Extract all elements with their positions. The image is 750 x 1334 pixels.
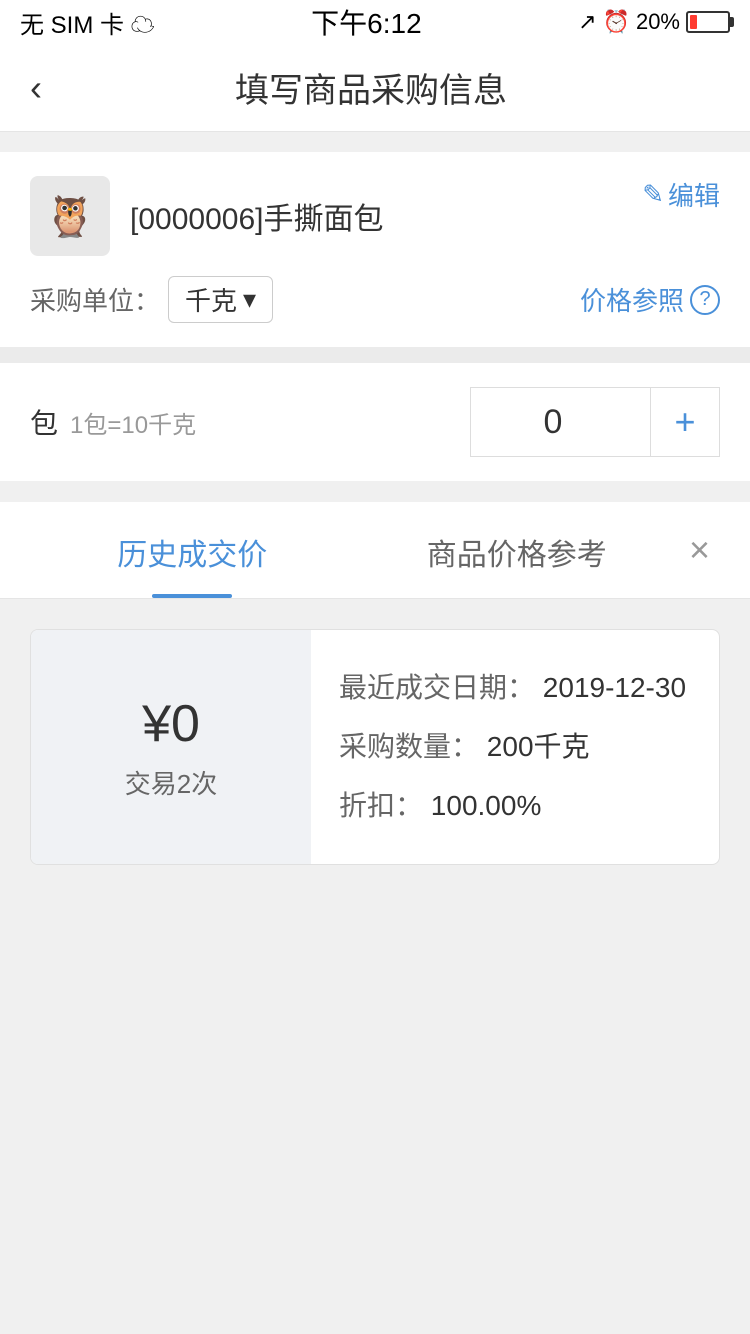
product-left: 🦉 [0000006]手撕面包	[30, 176, 383, 256]
sim-signal: 无 SIM 卡 ☁	[20, 5, 155, 40]
edit-label: 编辑	[668, 176, 720, 213]
product-header: 🦉 [0000006]手撕面包 ✎ 编辑	[30, 176, 720, 256]
battery-icon	[686, 11, 730, 33]
price-ref-label: 价格参照	[580, 281, 684, 318]
purchase-qty-label: 采购数量：	[339, 731, 479, 762]
tab-close-button[interactable]: ×	[679, 529, 720, 571]
tab-history[interactable]: 历史成交价	[30, 502, 354, 598]
product-meta: 采购单位： 千克 ▾ 价格参照 ?	[30, 276, 720, 323]
status-right: ↗ ⏰ 20%	[578, 9, 730, 35]
tab-price-ref[interactable]: 商品价格参考	[354, 502, 678, 598]
nav-bar: ‹ 填写商品采购信息	[0, 44, 750, 132]
info-icon: ?	[690, 285, 720, 315]
recent-date-value: 2019-12-30	[543, 672, 686, 703]
edit-button[interactable]: ✎ 编辑	[642, 176, 720, 213]
edit-icon: ✎	[642, 179, 664, 210]
alarm-icon: ⏰	[603, 9, 630, 35]
recent-date-row: 最近成交日期： 2019-12-30	[339, 666, 691, 711]
history-detail-panel: 最近成交日期： 2019-12-30 采购数量： 200千克 折扣： 100.0…	[311, 630, 719, 864]
discount-row: 折扣： 100.00%	[339, 784, 691, 829]
history-price-panel: ¥0 交易2次	[31, 630, 311, 864]
quantity-input[interactable]	[470, 387, 650, 457]
product-card: 🦉 [0000006]手撕面包 ✎ 编辑 采购单位： 千克 ▾ 价格参照 ?	[0, 152, 750, 347]
price-ref-button[interactable]: 价格参照 ?	[580, 281, 720, 318]
product-logo-icon: 🦉	[40, 186, 100, 246]
purchase-qty-value: 200千克	[487, 731, 590, 762]
purchase-qty-row: 采购数量： 200千克	[339, 725, 691, 770]
quantity-controls: +	[470, 387, 720, 457]
tab-bar: 历史成交价 商品价格参考 ×	[0, 502, 750, 599]
status-bar: 无 SIM 卡 ☁ 下午6:12 ↗ ⏰ 20%	[0, 0, 750, 44]
quantity-row: 包 1包=10千克 +	[0, 363, 750, 482]
unit-value: 千克	[185, 281, 237, 318]
unit-select[interactable]: 千克 ▾	[168, 276, 273, 323]
history-card: ¥0 交易2次 最近成交日期： 2019-12-30 采购数量： 200千克 折…	[30, 629, 720, 865]
discount-value: 100.00%	[431, 790, 542, 821]
recent-date-label: 最近成交日期：	[339, 672, 535, 703]
product-name: [0000006]手撕面包	[130, 194, 383, 238]
battery-percent: 20%	[636, 9, 680, 35]
page-title: 填写商品采购信息	[22, 63, 720, 112]
product-image: 🦉	[30, 176, 110, 256]
history-price-value: ¥0	[142, 694, 200, 754]
quantity-unit-info: 包 1包=10千克	[30, 402, 196, 442]
dropdown-icon: ▾	[243, 284, 256, 315]
section-divider	[0, 347, 750, 363]
unit-conversion: 1包=10千克	[70, 405, 196, 440]
unit-label: 采购单位： 千克 ▾	[30, 276, 273, 323]
history-times: 交易2次	[125, 764, 217, 801]
quantity-plus-button[interactable]: +	[650, 387, 720, 457]
discount-label: 折扣：	[339, 790, 423, 821]
battery-fill	[690, 15, 697, 29]
location-icon: ↗	[578, 9, 596, 35]
status-left: 无 SIM 卡 ☁	[20, 5, 155, 40]
status-time: 下午6:12	[311, 2, 422, 42]
unit-badge: 包	[30, 402, 58, 442]
